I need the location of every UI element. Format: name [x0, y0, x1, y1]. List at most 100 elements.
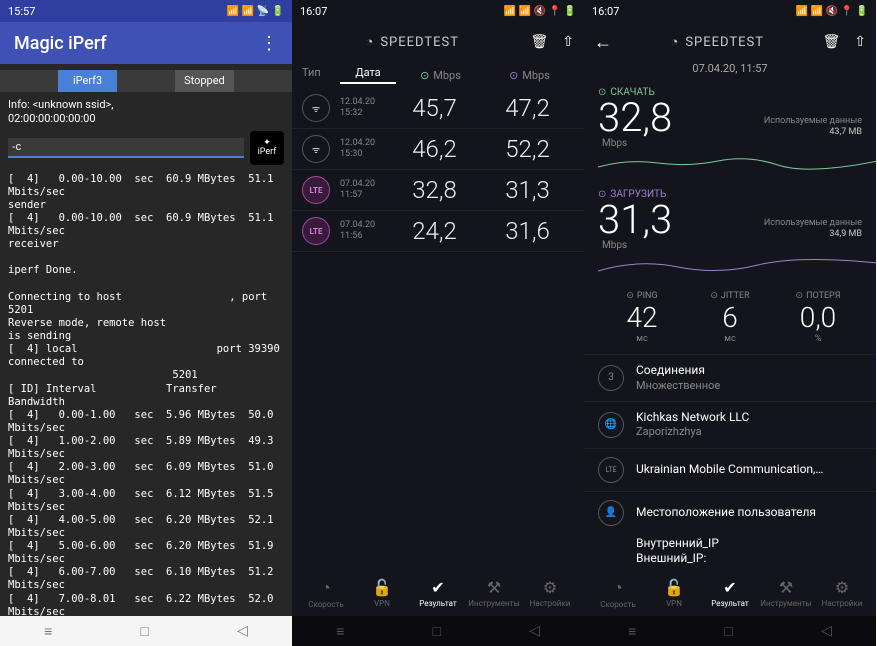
status-icons: 📶 📶 🔇 📍 🔋 — [796, 6, 868, 17]
upload-value: 31,3 — [598, 200, 672, 240]
col-type[interactable]: Тип — [302, 66, 340, 84]
tools-icon: ⚒ — [487, 578, 501, 597]
home-icon[interactable]: □ — [432, 623, 440, 640]
col-upload[interactable]: ⊙Mbps — [485, 66, 574, 84]
status-time: 16:07 — [592, 5, 619, 18]
command-row: ✦iPerf — [0, 131, 292, 169]
iperf-logo-icon[interactable]: ✦iPerf — [250, 131, 284, 165]
tab-empty3[interactable] — [234, 70, 292, 92]
lte-icon: LTE — [598, 457, 624, 483]
row-download: 46,2 — [388, 135, 481, 163]
tab-iperf3[interactable]: iPerf3 — [58, 70, 116, 92]
col-date[interactable]: Дата — [340, 66, 396, 84]
lte-icon: LTE — [302, 176, 330, 204]
nav-result[interactable]: ✔Результат — [702, 570, 758, 616]
user-icon: 👤 — [598, 500, 624, 526]
recent-apps-icon[interactable]: ≡ — [336, 623, 344, 640]
delete-icon[interactable]: 🗑 — [530, 34, 548, 50]
loss-icon: ⊙ — [796, 291, 804, 301]
overflow-menu-icon[interactable]: ⋮ — [260, 33, 278, 54]
result-list: ᯤ 12.04.2015:32 45,7 47,2ᯤ 12.04.2015:30… — [292, 88, 584, 252]
nav-speed[interactable]: ◔Скорость — [590, 570, 646, 616]
android-nav-bar: ≡ □ ◁ — [584, 616, 876, 646]
info-connections[interactable]: 3 СоединенияМножественное — [584, 354, 876, 401]
nav-speed[interactable]: ◔Скорость — [298, 570, 354, 616]
nav-vpn[interactable]: 🔓VPN — [646, 570, 702, 616]
row-upload: 31,6 — [481, 217, 574, 245]
result-row[interactable]: LTE 07.04.2011:57 32,8 31,3 — [292, 170, 584, 211]
upload-used: Используемые данные 34,9 MB — [764, 218, 862, 240]
log-output[interactable]: [ 4] 0.00-10.00 sec 60.9 MBytes 51.1 Mbi… — [0, 169, 292, 646]
header-title: SPEEDTEST — [620, 34, 814, 50]
gauge-icon — [670, 34, 679, 50]
gauge-icon — [365, 34, 374, 50]
bottom-nav: ◔Скорость 🔓VPN ✔Результат ⚒Инструменты ⚙… — [292, 570, 584, 616]
status-bar: 16:07 📶 📶 🔇 📍 🔋 — [584, 0, 876, 22]
tools-icon: ⚒ — [779, 578, 793, 597]
status-bar: 15:57 📶 📶 📡 🔋 — [0, 0, 292, 22]
share-icon[interactable]: ⇧ — [562, 34, 574, 50]
row-upload: 31,3 — [481, 176, 574, 204]
check-icon: ✔ — [431, 578, 444, 597]
nav-settings[interactable]: ⚙Настройки — [522, 570, 578, 616]
share-icon[interactable]: ⇧ — [854, 34, 866, 50]
lock-icon: 🔓 — [372, 578, 392, 597]
nav-settings[interactable]: ⚙Настройки — [814, 570, 870, 616]
home-icon[interactable]: □ — [724, 623, 732, 640]
app-title: Magic iPerf — [14, 33, 107, 54]
jitter-metric: ⊙JITTER 6 мс — [686, 291, 774, 344]
tab-stopped[interactable]: Stopped — [175, 70, 233, 92]
ssid-text: <unknown ssid>, — [33, 98, 114, 111]
result-row[interactable]: ᯤ 12.04.2015:32 45,7 47,2 — [292, 88, 584, 129]
nav-result[interactable]: ✔Результат — [410, 570, 466, 616]
row-download: 32,8 — [388, 176, 481, 204]
back-arrow-icon[interactable]: ← — [594, 32, 612, 53]
gear-icon: ⚙ — [543, 578, 557, 597]
globe-icon: 🌐 — [598, 412, 624, 438]
nav-tools[interactable]: ⚒Инструменты — [758, 570, 814, 616]
tab-empty[interactable] — [0, 70, 58, 92]
row-upload: 47,2 — [481, 94, 574, 122]
speedtest-detail-panel: 16:07 📶 📶 🔇 📍 🔋 ← SPEEDTEST 🗑 ⇧ 07.04.20… — [584, 0, 876, 646]
command-input[interactable] — [8, 138, 244, 158]
header-actions: 🗑 ⇧ — [530, 34, 574, 50]
result-timestamp: 07.04.20, 11:57 — [584, 62, 876, 75]
android-nav-bar: ≡ □ ◁ — [292, 616, 584, 646]
back-icon[interactable]: ◁ — [237, 623, 248, 639]
row-download: 24,2 — [388, 217, 481, 245]
check-icon: ✔ — [723, 578, 736, 597]
result-row[interactable]: LTE 07.04.2011:56 24,2 31,6 — [292, 211, 584, 252]
home-icon[interactable]: □ — [140, 623, 148, 640]
row-date: 12.04.2015:30 — [340, 138, 388, 160]
nav-vpn[interactable]: 🔓VPN — [354, 570, 410, 616]
result-row[interactable]: ᯤ 12.04.2015:30 46,2 52,2 — [292, 129, 584, 170]
info-location[interactable]: 👤 Местоположение пользователя — [584, 491, 876, 534]
info-label: Info: — [8, 98, 30, 111]
ping-metric: ⊙PING 42 мс — [598, 291, 686, 344]
info-carrier[interactable]: LTE Ukrainian Mobile Communication,… — [584, 448, 876, 491]
app-bar: Magic iPerf ⋮ — [0, 22, 292, 64]
upload-block: ⊙ ЗАГРУЗИТЬ 31,3 Используемые данные 34,… — [584, 183, 876, 285]
gauge-icon: ◔ — [321, 578, 331, 598]
upload-sparkline — [598, 257, 876, 275]
wifi-icon: ᯤ — [302, 135, 330, 163]
nav-tools[interactable]: ⚒Инструменты — [466, 570, 522, 616]
loss-metric: ⊙ПОТЕРЯ 0,0 % — [774, 291, 862, 344]
recent-apps-icon[interactable]: ≡ — [628, 623, 636, 640]
recent-apps-icon[interactable]: ≡ — [44, 623, 52, 640]
android-nav-bar: ≡ □ ◁ — [0, 616, 292, 646]
delete-icon[interactable]: 🗑 — [822, 34, 840, 50]
status-bar: 16:07 📶 📶 🔇 📍 🔋 — [292, 0, 584, 22]
info-block: Info: <unknown ssid>, 02:00:00:00:00:00 — [0, 92, 292, 131]
back-icon[interactable]: ◁ — [529, 623, 540, 639]
status-icons: 📶 📶 📡 🔋 — [227, 6, 284, 17]
wifi-icon: ᯤ — [302, 94, 330, 122]
tab-empty2[interactable] — [117, 70, 175, 92]
download-sparkline — [598, 155, 876, 173]
col-download[interactable]: ⊙Mbps — [396, 66, 485, 84]
info-network[interactable]: 🌐 Kichkas Network LLCZaporizhzhya — [584, 401, 876, 448]
gauge-icon: ◔ — [613, 578, 623, 598]
back-icon[interactable]: ◁ — [821, 623, 832, 639]
speedtest-list-panel: 16:07 📶 📶 🔇 📍 🔋 SPEEDTEST 🗑 ⇧ Тип Дата ⊙… — [292, 0, 584, 646]
ping-icon: ⊙ — [626, 291, 634, 301]
